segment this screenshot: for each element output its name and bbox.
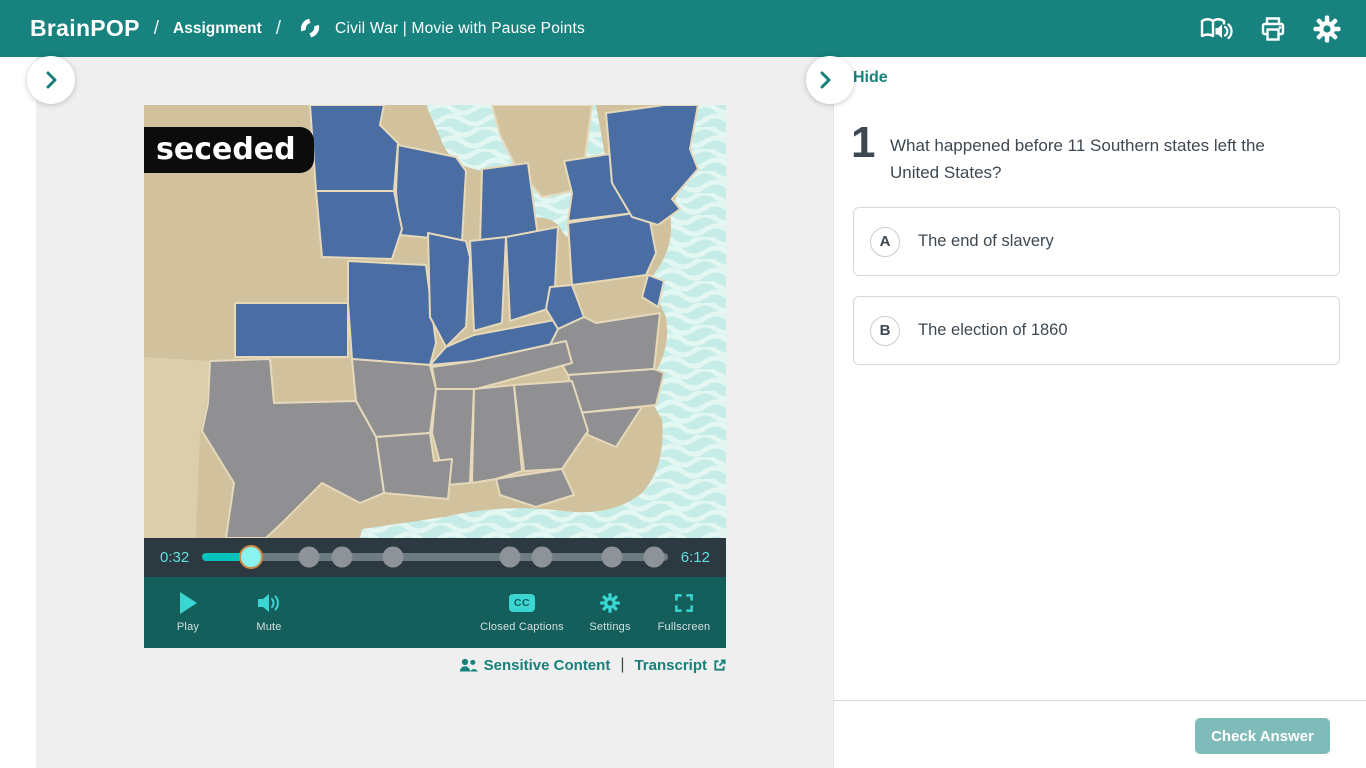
closed-captions-button[interactable]: CC Closed Captions xyxy=(472,577,572,648)
mute-label: Mute xyxy=(256,621,282,633)
play-icon xyxy=(179,591,197,615)
settings-icon xyxy=(599,591,621,615)
total-time: 6:12 xyxy=(680,549,710,566)
transcript-link[interactable]: Transcript xyxy=(634,657,726,674)
breadcrumb-separator: / xyxy=(275,17,282,39)
video-stage: seceded 0:32 6:12 Play Mute CC Closed Ca… xyxy=(36,57,833,768)
fullscreen-button[interactable]: Fullscreen xyxy=(644,577,724,648)
answer-option-b[interactable]: B The election of 1860 xyxy=(853,296,1340,365)
quiz-footer: Check Answer xyxy=(834,700,1366,768)
brainpop-assignment-page: BrainPOP / Assignment / Civil War | Movi… xyxy=(0,0,1366,768)
answer-option-a[interactable]: A The end of slavery xyxy=(853,207,1340,276)
option-letter-badge: A xyxy=(870,226,900,257)
page-title: Civil War | Movie with Pause Points xyxy=(335,19,585,37)
pause-point-dot[interactable] xyxy=(601,546,623,568)
video-screen[interactable]: seceded xyxy=(144,105,726,538)
movie-icon xyxy=(297,16,323,42)
pause-point-dot[interactable] xyxy=(298,546,320,568)
breadcrumb-assignment[interactable]: Assignment xyxy=(173,20,262,38)
links-divider: | xyxy=(620,656,625,673)
pause-point-dot[interactable] xyxy=(643,546,665,568)
mute-icon xyxy=(256,591,282,615)
option-text: The end of slavery xyxy=(918,232,1054,250)
pause-point-dot[interactable] xyxy=(382,546,404,568)
settings-gear-icon[interactable] xyxy=(1312,14,1342,44)
option-letter-badge: B xyxy=(870,315,900,346)
print-icon[interactable] xyxy=(1258,14,1288,44)
people-icon xyxy=(459,658,478,671)
read-aloud-icon[interactable] xyxy=(1198,15,1234,43)
fullscreen-label: Fullscreen xyxy=(657,621,711,633)
closed-captions-icon: CC xyxy=(509,591,535,615)
pause-point-dot[interactable] xyxy=(531,546,553,568)
play-button[interactable]: Play xyxy=(148,577,228,648)
player-controls: Play Mute CC Closed Captions Settings Fu… xyxy=(144,577,726,648)
progress-handle[interactable] xyxy=(238,545,263,569)
fullscreen-icon xyxy=(674,591,694,615)
video-caption: seceded xyxy=(144,127,314,173)
quiz-panel: Hide 1 What happened before 11 Southern … xyxy=(833,57,1366,768)
question-number: 1 xyxy=(851,118,876,167)
chevron-right-icon xyxy=(46,71,57,89)
settings-button[interactable]: Settings xyxy=(570,577,650,648)
progress-strip: 0:32 6:12 xyxy=(144,538,726,577)
chevron-right-icon xyxy=(820,71,831,89)
settings-label: Settings xyxy=(589,621,631,633)
pause-point-dot[interactable] xyxy=(331,546,353,568)
closed-captions-label: Closed Captions xyxy=(480,621,564,633)
transcript-label: Transcript xyxy=(634,656,707,674)
hide-panel-button[interactable]: Hide xyxy=(853,69,888,87)
app-header: BrainPOP / Assignment / Civil War | Movi… xyxy=(0,0,1366,57)
breadcrumb-separator: / xyxy=(153,17,160,39)
play-label: Play xyxy=(176,621,200,633)
option-text: The election of 1860 xyxy=(918,321,1068,339)
progress-track[interactable] xyxy=(202,545,668,569)
current-time: 0:32 xyxy=(160,549,190,566)
mute-button[interactable]: Mute xyxy=(229,577,309,648)
video-links-row: Sensitive Content | Transcript xyxy=(459,656,726,674)
sensitive-content-label: Sensitive Content xyxy=(483,656,611,674)
check-answer-button[interactable]: Check Answer xyxy=(1195,718,1330,754)
brainpop-logo[interactable]: BrainPOP xyxy=(30,15,140,42)
video-player: seceded 0:32 6:12 Play Mute CC Closed Ca… xyxy=(144,105,726,648)
pause-point-dot[interactable] xyxy=(499,546,521,568)
sensitive-content-link[interactable]: Sensitive Content xyxy=(459,656,611,674)
external-link-icon xyxy=(714,658,726,671)
collapse-quiz-panel-button[interactable] xyxy=(806,56,854,104)
collapse-left-panel-button[interactable] xyxy=(27,56,75,104)
question-text: What happened before 11 Southern states … xyxy=(890,136,1265,182)
